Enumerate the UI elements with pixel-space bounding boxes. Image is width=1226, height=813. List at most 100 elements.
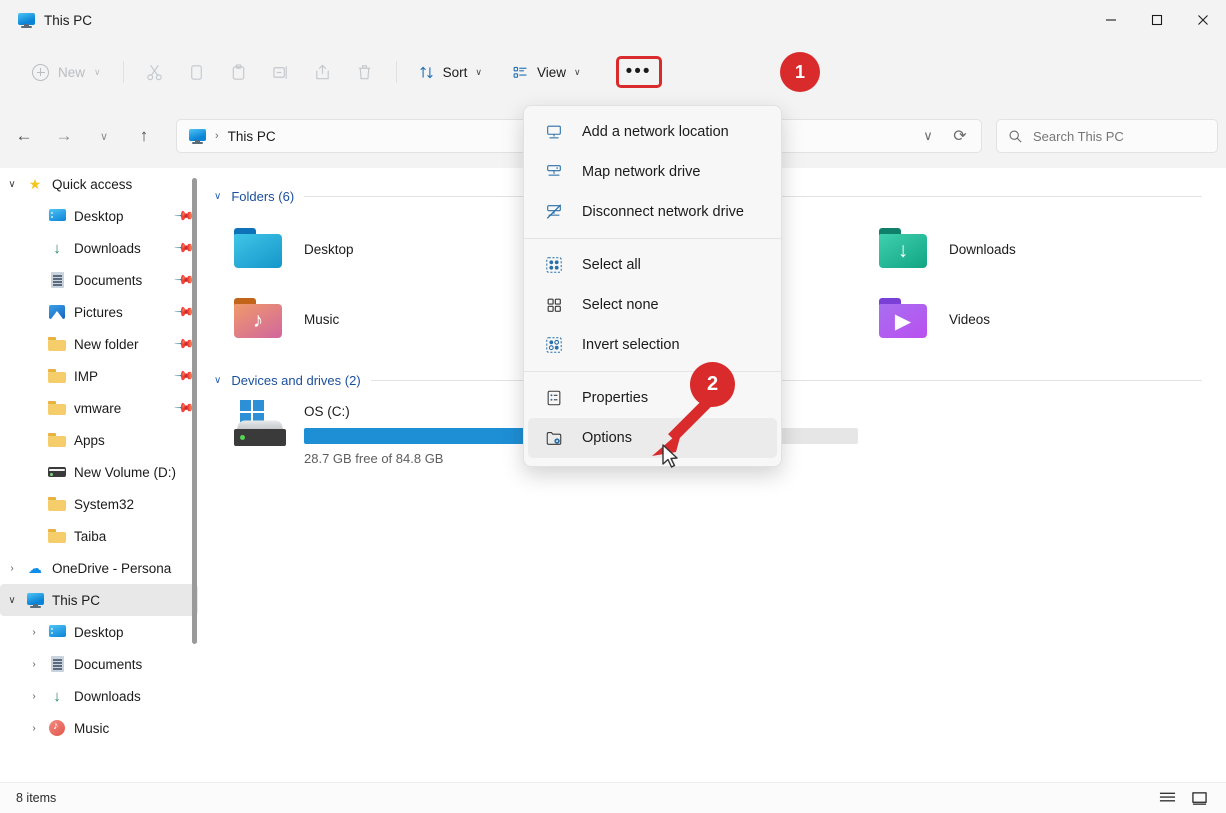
sidebar-item-documents[interactable]: Documents 📌 (0, 264, 198, 296)
menu-item-disconnect-network-drive[interactable]: Disconnect network drive (528, 192, 777, 232)
cut-button[interactable] (134, 55, 176, 89)
search-box[interactable]: Search This PC (996, 119, 1218, 153)
mouse-cursor (662, 444, 678, 468)
chevron-right-icon[interactable]: › (22, 659, 46, 670)
sidebar-item-documents[interactable]: › Documents (0, 648, 198, 680)
drive-icon (48, 467, 66, 477)
chevron-right-icon[interactable]: › (0, 563, 24, 574)
sidebar-item-downloads[interactable]: › ↓ Downloads (0, 680, 198, 712)
sidebar-item-label: Desktop (74, 624, 124, 640)
sidebar-item-music[interactable]: › Music (0, 712, 198, 744)
paste-button[interactable] (218, 55, 260, 89)
forward-button[interactable]: → (48, 120, 80, 152)
sidebar-item-label: Documents (74, 656, 143, 672)
sort-button[interactable]: Sort ∨ (407, 55, 493, 89)
share-button[interactable] (302, 55, 344, 89)
new-button[interactable]: New ∨ (20, 55, 113, 89)
this-pc-icon (26, 592, 44, 608)
download-icon: ↓ (53, 239, 61, 257)
share-icon (316, 64, 329, 79)
folder-tile[interactable]: ↓ Downloads (867, 214, 1192, 284)
chevron-down-icon: ∨ (99, 130, 109, 143)
sidebar-item-quick-access[interactable]: ∨ ★ Quick access (0, 168, 198, 200)
address-history-button[interactable]: ∨ (913, 121, 943, 151)
chevron-down-icon[interactable]: ∨ (0, 179, 24, 190)
tab-this-pc[interactable]: This PC (14, 4, 106, 36)
desktop-icon (48, 209, 66, 223)
menu-item-label: Select none (582, 297, 659, 313)
disconnect-network-drive-icon (544, 202, 564, 222)
sidebar-item-taiba[interactable]: Taiba (0, 520, 198, 552)
sidebar-item-this-pc[interactable]: ∨ This PC (0, 584, 198, 616)
minimize-button[interactable] (1088, 0, 1134, 40)
sidebar-item-apps[interactable]: Apps (0, 424, 198, 456)
sidebar-item-imp[interactable]: IMP 📌 (0, 360, 198, 392)
menu-item-label: Options (582, 430, 632, 446)
folder-tile[interactable]: Desktop (222, 214, 547, 284)
menu-item-map-network-drive[interactable]: Map network drive (528, 152, 777, 192)
chevron-right-icon[interactable]: › (22, 691, 46, 702)
sidebar-scrollbar[interactable] (192, 178, 197, 644)
search-icon (1009, 129, 1022, 143)
sidebar-item-desktop[interactable]: › Desktop (0, 616, 198, 648)
close-button[interactable] (1180, 0, 1226, 40)
menu-separator (524, 371, 781, 372)
recent-locations-button[interactable]: ∨ (88, 120, 120, 152)
menu-item-properties[interactable]: Properties (528, 378, 777, 418)
delete-button[interactable] (344, 55, 386, 89)
menu-item-options[interactable]: Options (528, 418, 777, 458)
chevron-right-icon[interactable]: › (22, 627, 46, 638)
refresh-button[interactable]: ⟳ (945, 121, 975, 151)
sidebar-item-label: Desktop (74, 208, 124, 224)
sidebar-item-new-volume-d[interactable]: New Volume (D:) (0, 456, 198, 488)
back-button[interactable]: ← (8, 120, 40, 152)
details-view-icon (1191, 791, 1207, 805)
menu-item-invert-selection[interactable]: Invert selection (528, 325, 777, 365)
menu-item-select-all[interactable]: Select all (528, 245, 777, 285)
sidebar-item-label: vmware (74, 400, 122, 416)
group-divider (370, 379, 1202, 381)
menu-item-add-a-network-location[interactable]: Add a network location (528, 112, 777, 152)
menu-item-label: Properties (582, 390, 649, 406)
folder-icon (48, 497, 66, 511)
search-input[interactable]: Search This PC (1033, 129, 1124, 144)
music-icon (49, 720, 65, 736)
sidebar-item-new-folder[interactable]: New folder 📌 (0, 328, 198, 360)
breadcrumb[interactable]: › This PC (183, 128, 282, 144)
folder-tile[interactable]: ▶ Videos (867, 284, 1192, 354)
select-all-icon (544, 255, 564, 275)
sidebar-item-label: System32 (74, 496, 135, 512)
breadcrumb-separator: › (215, 130, 219, 142)
drive-icon (232, 400, 286, 446)
sidebar-item-vmware[interactable]: vmware 📌 (0, 392, 198, 424)
chevron-down-icon: ∨ (214, 190, 222, 202)
up-button[interactable]: ↑ (128, 120, 160, 152)
view-button[interactable]: View ∨ (501, 55, 592, 89)
chevron-right-icon[interactable]: › (22, 723, 46, 734)
details-view-button[interactable] (1154, 787, 1180, 809)
breadcrumb-item-this-pc[interactable]: This PC (228, 129, 276, 144)
see-more-button[interactable]: ••• (615, 56, 662, 88)
menu-item-select-none[interactable]: Select none (528, 285, 777, 325)
large-icons-view-button[interactable] (1186, 787, 1212, 809)
chevron-down-icon[interactable]: ∨ (0, 595, 24, 606)
sidebar-item-desktop[interactable]: Desktop 📌 (0, 200, 198, 232)
sidebar-item-system32[interactable]: System32 (0, 488, 198, 520)
menu-item-label: Select all (582, 257, 641, 273)
menu-separator (524, 238, 781, 239)
minimize-icon (1106, 19, 1116, 21)
sidebar-item-onedrive-persona[interactable]: › ☁ OneDrive - Persona (0, 552, 198, 584)
chevron-down-icon: ∨ (214, 374, 222, 386)
sidebar-item-label: This PC (52, 592, 101, 608)
copy-button[interactable] (176, 55, 218, 89)
sidebar-item-pictures[interactable]: Pictures 📌 (0, 296, 198, 328)
maximize-button[interactable] (1134, 0, 1180, 40)
folder-tile[interactable]: ♪ Music (222, 284, 547, 354)
rename-button[interactable] (260, 55, 302, 89)
refresh-icon: ⟳ (953, 128, 967, 145)
document-icon (50, 272, 64, 288)
document-icon (50, 656, 64, 672)
sidebar-item-downloads[interactable]: ↓ Downloads 📌 (0, 232, 198, 264)
invert-selection-icon (544, 335, 564, 355)
menu-item-label: Map network drive (582, 164, 701, 180)
